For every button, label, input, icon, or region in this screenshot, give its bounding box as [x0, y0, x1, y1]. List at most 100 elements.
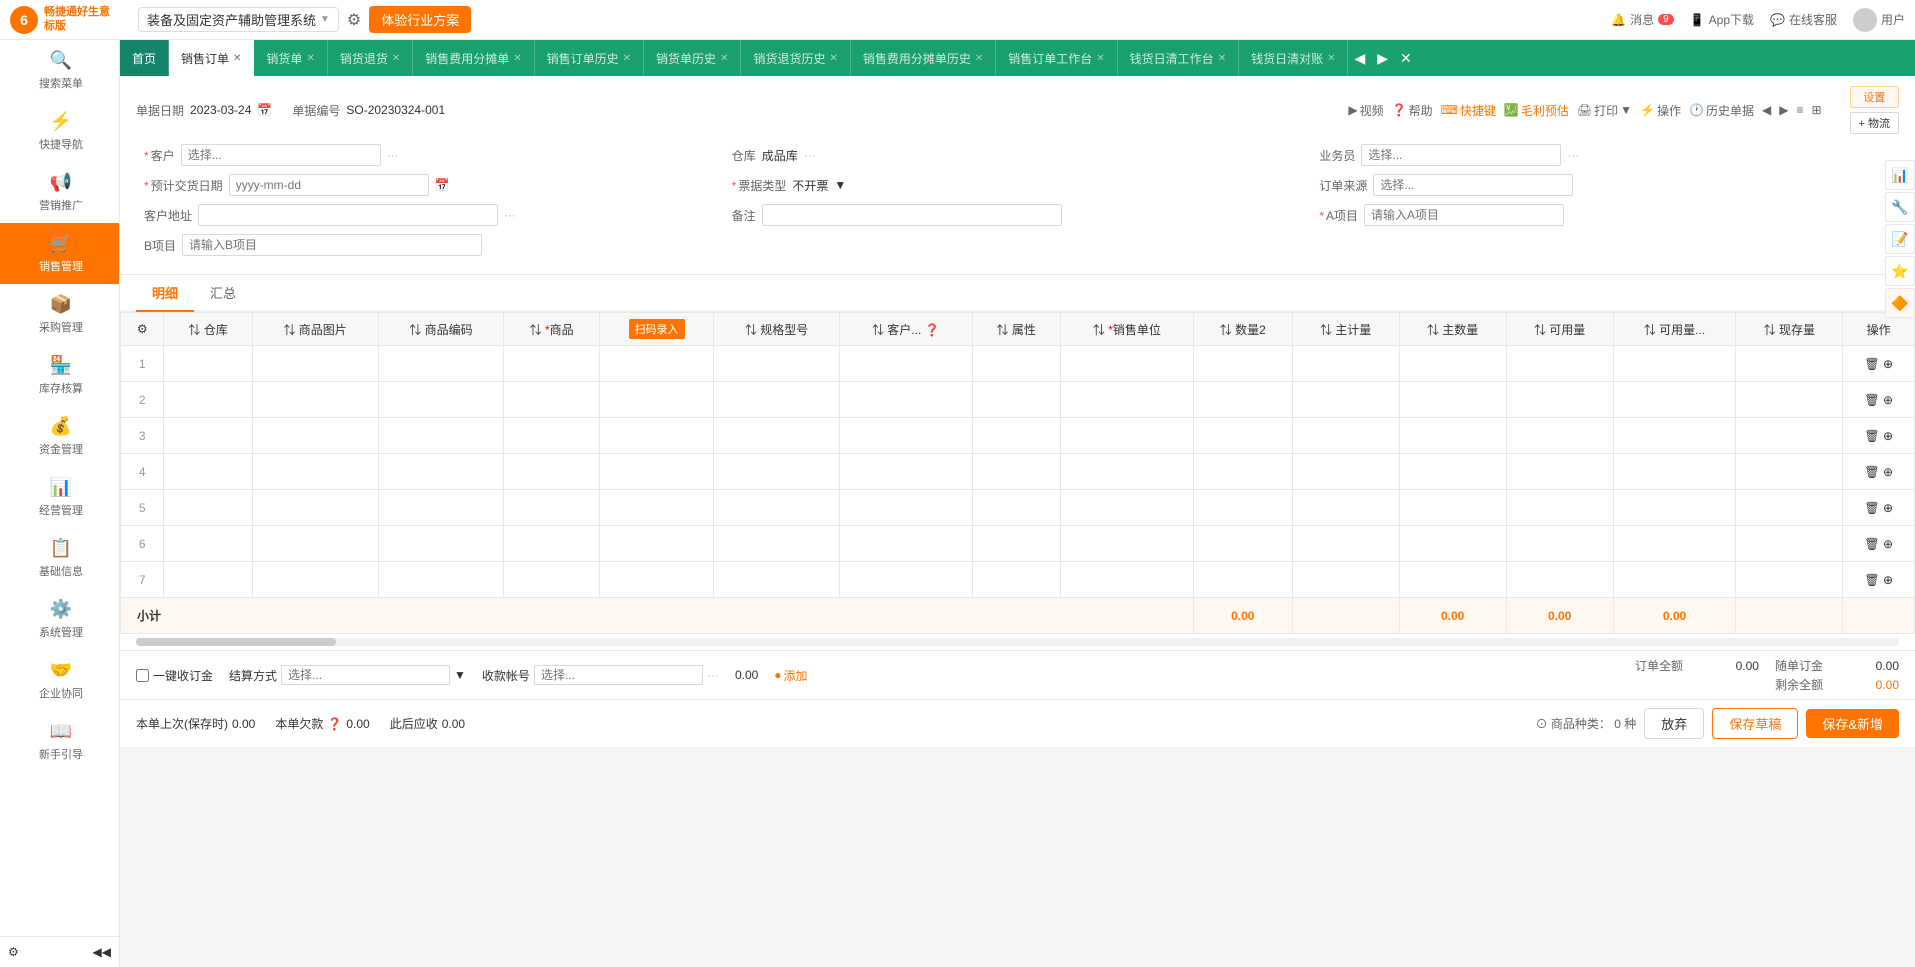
col-available[interactable]: ⇅ 可用量: [1506, 313, 1613, 346]
col-product[interactable]: ⇅ *商品: [504, 313, 600, 346]
col-customer-code[interactable]: ⇅ 客户... ❓: [840, 313, 973, 346]
receipt-account-input[interactable]: [534, 665, 703, 685]
warehouse-more-icon[interactable]: ···: [804, 148, 816, 162]
tab-return-history[interactable]: 销货单历史 ✕: [644, 40, 741, 76]
sidebar-item-inventory[interactable]: 🏪 库存核算: [0, 345, 119, 406]
col-attribute[interactable]: ⇅ 属性: [972, 313, 1060, 346]
row-1-copy[interactable]: ⊕: [1883, 357, 1893, 371]
col-sales-unit[interactable]: ⇅ *销售单位: [1060, 313, 1193, 346]
one-click-checkout-checkbox[interactable]: [136, 669, 149, 682]
sidebar-item-quicknav[interactable]: ⚡ 快捷导航: [0, 101, 119, 162]
tab-close-all-btn[interactable]: ✕: [1394, 50, 1418, 67]
row-7-delete[interactable]: 🗑: [1864, 573, 1879, 587]
settings-icon[interactable]: ⚙: [347, 10, 361, 30]
remark-input[interactable]: [762, 204, 1062, 226]
sidebar-settings-icon[interactable]: ⚙: [8, 945, 19, 959]
history-btn[interactable]: 🕐 历史单据: [1689, 102, 1754, 119]
row-4-delete[interactable]: 🗑: [1864, 465, 1879, 479]
sidebar-item-purchase[interactable]: 📦 采购管理: [0, 284, 119, 345]
notification-item[interactable]: 🔔 消息 9: [1611, 11, 1674, 28]
col-spec[interactable]: ⇅ 规格型号: [714, 313, 840, 346]
h-scrollbar[interactable]: [136, 638, 1899, 646]
col-main-qty[interactable]: ⇅ 主数量: [1399, 313, 1506, 346]
tab-summary[interactable]: 汇总: [194, 275, 252, 312]
add-material-btn[interactable]: + 物流: [1850, 112, 1899, 134]
row-7-copy[interactable]: ⊕: [1883, 573, 1893, 587]
tab-sales-return-close[interactable]: ✕: [306, 53, 314, 64]
customer-address-input[interactable]: [198, 204, 498, 226]
row-2-copy[interactable]: ⊕: [1883, 393, 1893, 407]
sidebar-item-operations[interactable]: 📊 经营管理: [0, 467, 119, 528]
tab-cash-workspace[interactable]: 钱货日清工作台 ✕: [1118, 40, 1239, 76]
row-2-delete[interactable]: 🗑: [1864, 393, 1879, 407]
row-3-delete[interactable]: 🗑: [1864, 429, 1879, 443]
profit-btn[interactable]: 💹 毛利预估: [1504, 102, 1569, 119]
tab-detail[interactable]: 明细: [136, 275, 194, 312]
h-scrollbar-thumb[interactable]: [136, 638, 336, 646]
tab-sales-order[interactable]: 销售订单 ✕: [169, 40, 254, 76]
salesperson-input[interactable]: [1361, 144, 1561, 166]
side-panel-btn-5[interactable]: 🔶: [1885, 288, 1915, 318]
video-btn[interactable]: ▶ 视频: [1348, 102, 1383, 119]
shortcut-btn[interactable]: ⌨ 快捷键: [1441, 102, 1496, 119]
tab-prev-btn[interactable]: ◀: [1348, 50, 1371, 67]
tab-expense-split[interactable]: 销售费用分摊单 ✕: [413, 40, 534, 76]
system-title[interactable]: 装备及固定资产辅助管理系统 ▼: [138, 7, 339, 32]
save-new-button[interactable]: 保存&新增: [1806, 709, 1899, 738]
sidebar-item-finance[interactable]: 💰 资金管理: [0, 406, 119, 467]
print-btn[interactable]: 🖨 打印 ▼: [1577, 102, 1632, 119]
next-record-btn[interactable]: ▶: [1779, 103, 1788, 117]
side-panel-btn-1[interactable]: 📊: [1885, 160, 1915, 190]
tab-sales-order-close[interactable]: ✕: [233, 53, 241, 64]
tab-expense-history[interactable]: 销售费用分摊单历史 ✕: [851, 40, 996, 76]
a-project-input[interactable]: [1364, 204, 1564, 226]
side-panel-btn-2[interactable]: 🔧: [1885, 192, 1915, 222]
checkout-method-input[interactable]: [281, 665, 450, 685]
delivery-date-icon[interactable]: 📅: [435, 178, 450, 192]
discard-button[interactable]: 放弃: [1644, 708, 1704, 739]
col-qty2[interactable]: ⇅ 数量2: [1193, 313, 1292, 346]
operation-btn[interactable]: ⚡ 操作: [1640, 102, 1681, 119]
col-available2[interactable]: ⇅ 可用量...: [1613, 313, 1736, 346]
col-main-unit[interactable]: ⇅ 主计量: [1292, 313, 1399, 346]
tab-cash-workspace-close[interactable]: ✕: [1218, 53, 1226, 64]
tab-cash-reconcile-close[interactable]: ✕: [1327, 53, 1335, 64]
invoice-type-arrow[interactable]: ▼: [834, 178, 846, 192]
tab-refund-history[interactable]: 销货退货历史 ✕: [741, 40, 850, 76]
row-5-delete[interactable]: 🗑: [1864, 501, 1879, 515]
delivery-date-input[interactable]: [229, 174, 429, 196]
col-warehouse[interactable]: ⇅ 仓库: [164, 313, 252, 346]
scan-input-btn[interactable]: 扫码录入: [629, 319, 685, 339]
receipt-account-more[interactable]: ···: [707, 668, 719, 682]
col-settings[interactable]: ⚙: [121, 313, 164, 346]
tab-order-history[interactable]: 销售订单历史 ✕: [535, 40, 644, 76]
date-picker-icon[interactable]: 📅: [257, 103, 272, 117]
row-6-copy[interactable]: ⊕: [1883, 537, 1893, 551]
tab-refund-close[interactable]: ✕: [392, 53, 400, 64]
tab-order-workspace[interactable]: 销售订单工作台 ✕: [996, 40, 1117, 76]
sidebar-item-guide[interactable]: 📖 新手引导: [0, 711, 119, 772]
tab-order-history-close[interactable]: ✕: [623, 53, 631, 64]
sidebar-item-search[interactable]: 🔍 搜索菜单: [0, 40, 119, 101]
sidebar-item-enterprise[interactable]: 🤝 企业协同: [0, 650, 119, 711]
row-5-copy[interactable]: ⊕: [1883, 501, 1893, 515]
user-item[interactable]: 用户: [1853, 8, 1905, 32]
col-product-image[interactable]: ⇅ 商品图片: [252, 313, 378, 346]
solution-button[interactable]: 体验行业方案: [369, 6, 471, 33]
sidebar-item-system[interactable]: ⚙️ 系统管理: [0, 589, 119, 650]
row-1-delete[interactable]: 🗑: [1864, 357, 1879, 371]
order-num-value[interactable]: SO-20230324-001: [346, 103, 445, 117]
add-btn[interactable]: ● 添加: [774, 667, 807, 684]
col-current-qty[interactable]: ⇅ 现存量: [1736, 313, 1843, 346]
tab-order-workspace-close[interactable]: ✕: [1096, 53, 1104, 64]
sidebar-item-sales[interactable]: 🛒 销售管理: [0, 223, 119, 284]
one-click-checkout-label[interactable]: 一键收订金: [136, 667, 213, 684]
customer-input[interactable]: [181, 144, 381, 166]
tab-sales-return[interactable]: 销货单 ✕: [254, 40, 327, 76]
row-6-delete[interactable]: 🗑: [1864, 537, 1879, 551]
row-4-copy[interactable]: ⊕: [1883, 465, 1893, 479]
sidebar-item-marketing[interactable]: 📢 营销推广: [0, 162, 119, 223]
save-draft-button[interactable]: 保存草稿: [1712, 708, 1798, 739]
b-project-input[interactable]: [182, 234, 482, 256]
tab-home[interactable]: 首页: [120, 40, 169, 76]
